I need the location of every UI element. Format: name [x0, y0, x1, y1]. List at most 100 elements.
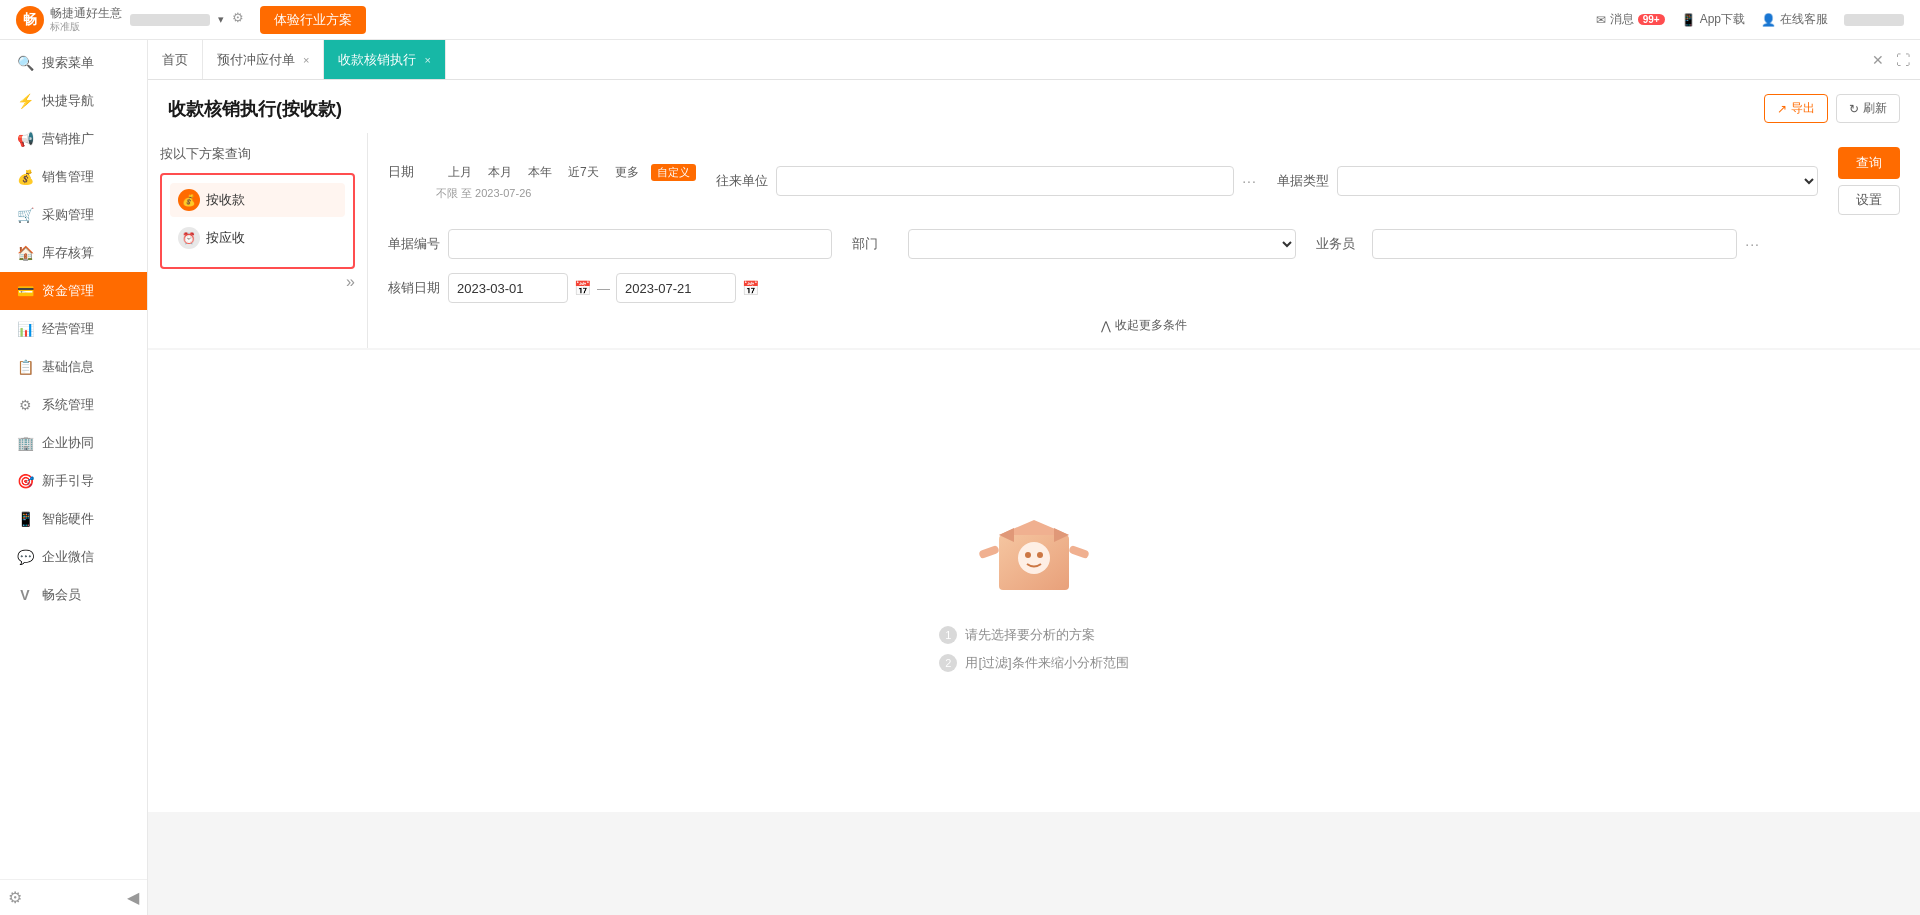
- export-button[interactable]: ↗ 导出: [1764, 94, 1828, 123]
- tab-expand-icon[interactable]: ⛶: [1894, 50, 1912, 70]
- filter-option-by-receivable[interactable]: ⏰ 按应收: [170, 221, 345, 255]
- doc-type-select[interactable]: [1337, 166, 1818, 196]
- sidebar-bottom: ⚙ ◀: [0, 879, 147, 915]
- date-limit-text: 不限 至 2023-07-26: [388, 185, 531, 201]
- verify-date-end-icon[interactable]: 📅: [742, 280, 759, 296]
- query-button[interactable]: 查询: [1838, 147, 1900, 179]
- date-custom-tag[interactable]: 自定义: [651, 164, 696, 181]
- app-icon: 📱: [1681, 13, 1696, 27]
- sidebar-item-quick-nav[interactable]: ⚡ 快捷导航: [0, 82, 147, 120]
- refresh-button[interactable]: ↻ 刷新: [1836, 94, 1900, 123]
- refresh-label: 刷新: [1863, 100, 1887, 117]
- tabbar: 首页 预付冲应付单 × 收款核销执行 × ✕ ⛶: [148, 40, 1920, 80]
- export-label: 导出: [1791, 100, 1815, 117]
- sidebar-label-hardware: 智能硬件: [42, 510, 94, 528]
- online-service-label: 在线客服: [1780, 11, 1828, 28]
- marketing-icon: 📢: [16, 131, 34, 147]
- finance-icon: 💳: [16, 283, 34, 299]
- dept-field: 部门: [852, 229, 1296, 259]
- date-btn-more[interactable]: 更多: [611, 162, 643, 183]
- tab-close-all-icon[interactable]: ✕: [1870, 50, 1886, 70]
- receivable-option-icon: ⏰: [178, 227, 200, 249]
- tip-2-text: 用[过滤]条件来缩小分析范围: [965, 654, 1128, 672]
- svg-rect-7: [978, 545, 1000, 559]
- solution-button[interactable]: 体验行业方案: [260, 6, 366, 34]
- staff-label: 业务员: [1316, 235, 1364, 253]
- system-icon: ⚙: [16, 397, 34, 413]
- sidebar-settings-icon[interactable]: ⚙: [8, 888, 22, 907]
- filter-row-2: 单据编号 部门 业务员 ···: [388, 229, 1900, 259]
- message-icon: ✉: [1596, 13, 1606, 27]
- verify-date-start-icon[interactable]: 📅: [574, 280, 591, 296]
- collapse-label: 收起更多条件: [1115, 317, 1187, 334]
- empty-tip-2: 2 用[过滤]条件来缩小分析范围: [939, 654, 1128, 672]
- dept-select[interactable]: [908, 229, 1296, 259]
- sidebar-item-enterprise[interactable]: 🏢 企业协同: [0, 424, 147, 462]
- message-button[interactable]: ✉ 消息 99+: [1596, 11, 1665, 28]
- counterpart-label: 往来单位: [716, 172, 768, 190]
- message-label: 消息: [1610, 11, 1634, 28]
- counterpart-dots[interactable]: ···: [1242, 173, 1257, 189]
- sidebar-item-basic-info[interactable]: 📋 基础信息: [0, 348, 147, 386]
- topbar-left: 畅 畅捷通好生意 标准版 ▾ ⚙ 体验行业方案: [16, 6, 366, 34]
- verify-date-label: 核销日期: [388, 279, 440, 297]
- tab-collection-close[interactable]: ×: [424, 54, 430, 66]
- verify-date-end-input[interactable]: [616, 273, 736, 303]
- app-download-button[interactable]: 📱 App下载: [1681, 11, 1745, 28]
- sidebar-collapse-icon[interactable]: ◀: [127, 888, 139, 907]
- sidebar-item-purchase[interactable]: 🛒 采购管理: [0, 196, 147, 234]
- main-layout: 🔍 搜索菜单 ⚡ 快捷导航 📢 营销推广 💰 销售管理 🛒 采购管理 🏠: [0, 40, 1920, 915]
- page-wrapper: 收款核销执行(按收款) ↗ 导出 ↻ 刷新 按以下方案查询: [148, 80, 1920, 915]
- tab-prepay[interactable]: 预付冲应付单 ×: [203, 40, 324, 79]
- counterpart-field: 往来单位 ···: [716, 166, 1257, 196]
- logo: 畅 畅捷通好生意 标准版: [16, 6, 122, 34]
- staff-dots[interactable]: ···: [1745, 236, 1760, 252]
- vip-icon: V: [16, 587, 34, 603]
- content-area: 首页 预付冲应付单 × 收款核销执行 × ✕ ⛶ 收款核销执行(按收款): [148, 40, 1920, 915]
- filter-collapse: »: [160, 269, 355, 291]
- sidebar-item-wechat[interactable]: 💬 企业微信: [0, 538, 147, 576]
- settings-button[interactable]: 设置: [1838, 185, 1900, 215]
- empty-state-section: 1 请先选择要分析的方案 2 用[过滤]条件来缩小分析范围: [148, 350, 1920, 812]
- date-btn-this-month[interactable]: 本月: [484, 162, 516, 183]
- refresh-icon: ↻: [1849, 102, 1859, 116]
- date-btn-7days[interactable]: 近7天: [564, 162, 603, 183]
- sidebar-item-hardware[interactable]: 📱 智能硬件: [0, 500, 147, 538]
- collapse-conditions-button[interactable]: ⋀ 收起更多条件: [1101, 317, 1187, 334]
- date-btn-this-year[interactable]: 本年: [524, 162, 556, 183]
- sidebar-item-search[interactable]: 🔍 搜索菜单: [0, 44, 147, 82]
- doc-number-input[interactable]: [448, 229, 832, 259]
- sidebar-item-operation[interactable]: 📊 经营管理: [0, 310, 147, 348]
- counterpart-input[interactable]: [776, 166, 1234, 196]
- filter-collapse-button[interactable]: »: [346, 273, 355, 291]
- tab-home[interactable]: 首页: [148, 40, 203, 79]
- sidebar-label-guide: 新手引导: [42, 472, 94, 490]
- sidebar-item-inventory[interactable]: 🏠 库存核算: [0, 234, 147, 272]
- staff-input[interactable]: [1372, 229, 1737, 259]
- service-icon: 👤: [1761, 13, 1776, 27]
- tab-collection[interactable]: 收款核销执行 ×: [324, 40, 445, 79]
- tab-prepay-close[interactable]: ×: [303, 54, 309, 66]
- action-buttons: 查询 设置: [1838, 147, 1900, 215]
- sidebar-item-finance[interactable]: 💳 资金管理: [0, 272, 147, 310]
- filter-option-by-payment[interactable]: 💰 按收款: [170, 183, 345, 217]
- verify-date-start-input[interactable]: [448, 273, 568, 303]
- sidebar-label-operation: 经营管理: [42, 320, 94, 338]
- message-badge: 99+: [1638, 14, 1665, 25]
- date-btn-last-month[interactable]: 上月: [444, 162, 476, 183]
- purchase-icon: 🛒: [16, 207, 34, 223]
- sidebar-item-marketing[interactable]: 📢 营销推广: [0, 120, 147, 158]
- collapse-chevron-icon: ⋀: [1101, 319, 1111, 333]
- sidebar-item-vip[interactable]: V 畅会员: [0, 576, 147, 614]
- settings-icon[interactable]: ⚙: [232, 10, 252, 30]
- online-service-button[interactable]: 👤 在线客服: [1761, 11, 1828, 28]
- sidebar-item-sales[interactable]: 💰 销售管理: [0, 158, 147, 196]
- filter-left-panel: 按以下方案查询 💰 按收款 ⏰ 按应收 »: [148, 133, 368, 348]
- svg-point-4: [1018, 542, 1050, 574]
- sidebar-item-system[interactable]: ⚙ 系统管理: [0, 386, 147, 424]
- sidebar-item-guide[interactable]: 🎯 新手引导: [0, 462, 147, 500]
- sidebar-label-inventory: 库存核算: [42, 244, 94, 262]
- sidebar-menu: 🔍 搜索菜单 ⚡ 快捷导航 📢 营销推广 💰 销售管理 🛒 采购管理 🏠: [0, 40, 147, 879]
- dropdown-icon[interactable]: ▾: [218, 13, 224, 26]
- date-quick-buttons: 上月 本月 本年 近7天 更多 自定义: [444, 162, 696, 183]
